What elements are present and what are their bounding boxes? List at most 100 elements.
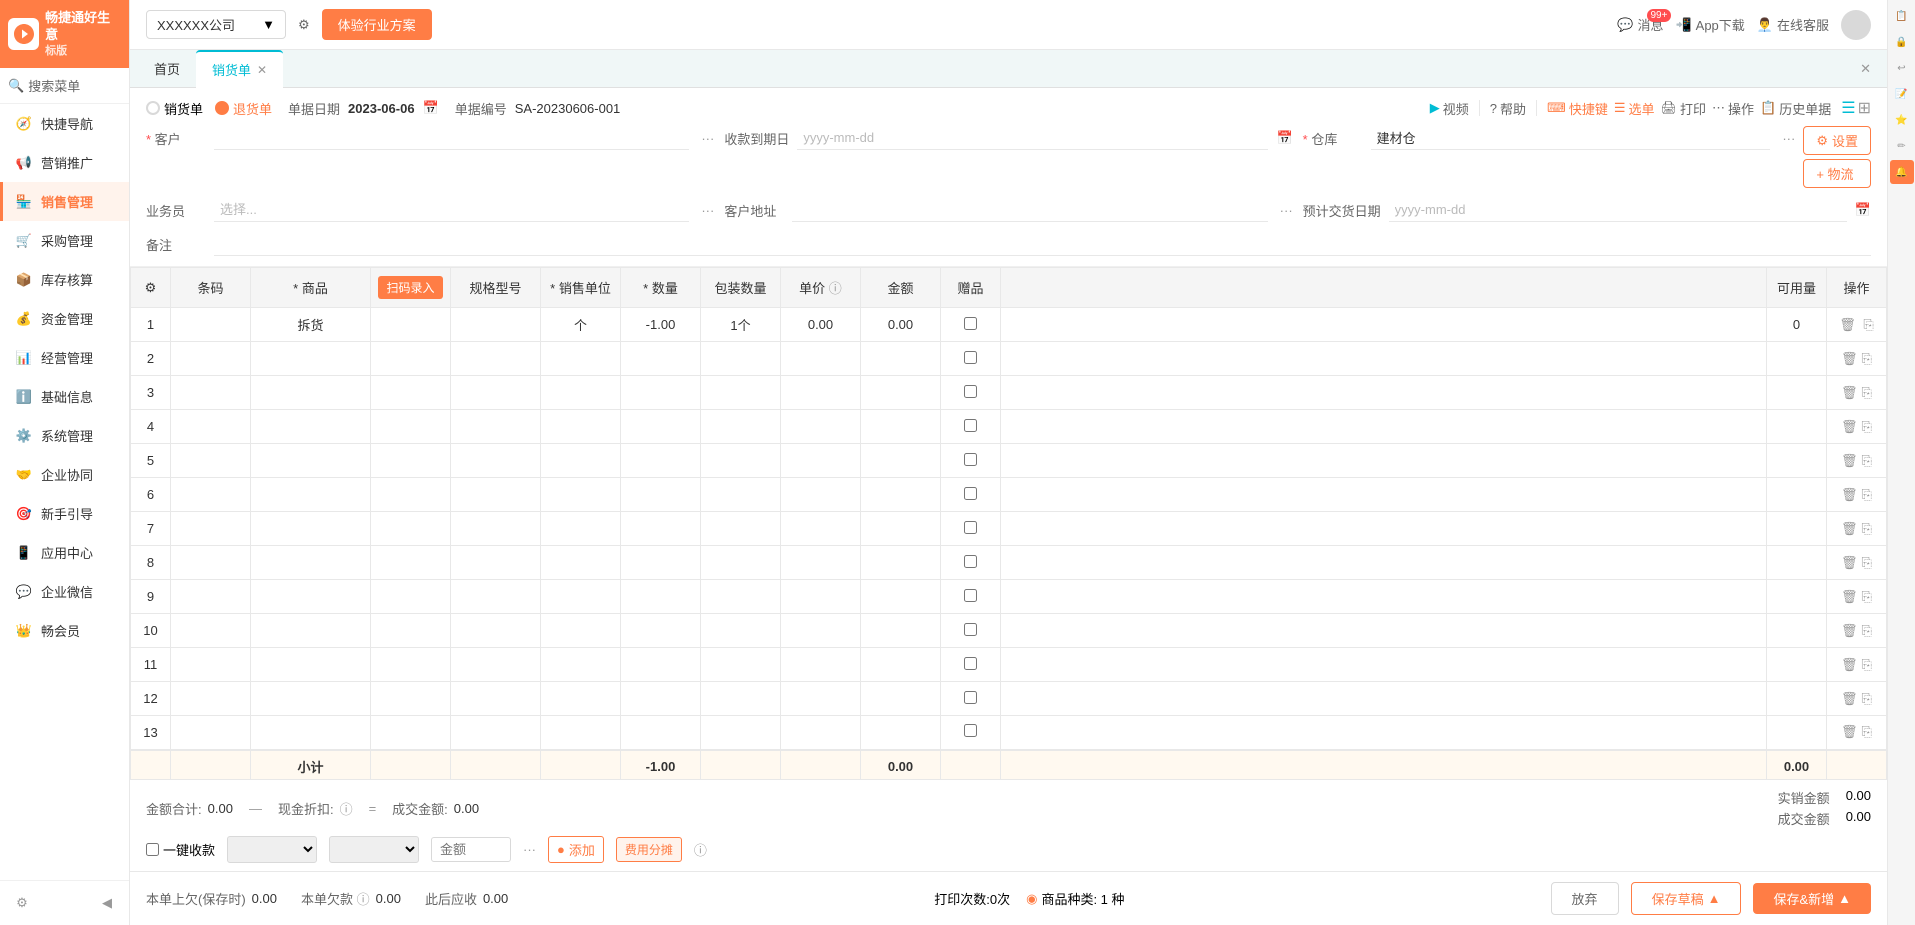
expense-split-btn[interactable]: 费用分摊 bbox=[616, 837, 682, 862]
copy-btn-1[interactable]: ⎘ bbox=[1863, 317, 1873, 332]
select-btn[interactable]: ☰ 选单 bbox=[1614, 99, 1655, 118]
help-btn[interactable]: ? 帮助 bbox=[1490, 99, 1526, 118]
trial-btn[interactable]: 体验行业方案 bbox=[322, 9, 432, 40]
delete-btn-1[interactable]: 🗑 bbox=[1839, 317, 1856, 332]
delete-btn-2[interactable]: 🗑 bbox=[1841, 351, 1858, 366]
copy-btn-11[interactable]: ⎘ bbox=[1862, 657, 1872, 672]
app-download-btn[interactable]: 📲 App下载 bbox=[1675, 15, 1744, 34]
row-price-1[interactable]: 0.00 bbox=[781, 308, 861, 342]
one-click-checkbox[interactable] bbox=[146, 843, 159, 856]
row-product-1[interactable]: 拆货 bbox=[251, 308, 371, 342]
scan-button[interactable]: 扫码录入 bbox=[378, 276, 442, 299]
list-view-btn[interactable]: ☰ bbox=[1841, 98, 1855, 118]
right-panel-btn-4[interactable]: 📝 bbox=[1890, 82, 1914, 106]
salesperson-more-btn[interactable]: ··· bbox=[701, 203, 714, 218]
row-unit-1[interactable]: 个 bbox=[541, 308, 621, 342]
settings-bottom-btn[interactable]: ⚙ bbox=[8, 889, 36, 917]
sidebar-item-wechat[interactable]: 💬 企业微信 bbox=[0, 572, 129, 611]
row-spec-1[interactable] bbox=[451, 308, 541, 342]
row-pkg-1[interactable]: 1个 bbox=[701, 308, 781, 342]
copy-btn-5[interactable]: ⎘ bbox=[1862, 453, 1872, 468]
row-qty-1[interactable]: -1.00 bbox=[621, 308, 701, 342]
sidebar-item-vip[interactable]: 👑 畅会员 bbox=[0, 611, 129, 650]
user-avatar[interactable] bbox=[1841, 10, 1871, 40]
right-panel-btn-1[interactable]: 📋 bbox=[1890, 4, 1914, 28]
gift-checkbox-10[interactable] bbox=[964, 623, 977, 636]
amount-input[interactable] bbox=[431, 837, 511, 862]
right-panel-btn-2[interactable]: 🔒 bbox=[1890, 30, 1914, 54]
sidebar-item-system[interactable]: ⚙️ 系统管理 bbox=[0, 416, 129, 455]
add-payment-btn[interactable]: ● 添加 bbox=[548, 836, 604, 863]
operation-btn[interactable]: ⋯ 操作 bbox=[1712, 99, 1754, 118]
gift-checkbox-5[interactable] bbox=[964, 453, 977, 466]
print-btn[interactable]: 🖨 打印 bbox=[1661, 99, 1707, 118]
expense-info-icon[interactable]: ⓘ bbox=[694, 840, 707, 859]
warehouse-more-btn[interactable]: ··· bbox=[1782, 131, 1795, 146]
copy-btn-4[interactable]: ⎘ bbox=[1862, 419, 1872, 434]
tab-close-all-btn[interactable]: ✕ bbox=[1852, 57, 1879, 81]
sidebar-item-finance[interactable]: 💰 资金管理 bbox=[0, 299, 129, 338]
copy-btn-8[interactable]: ⎘ bbox=[1862, 555, 1872, 570]
one-click-payment-checkbox[interactable]: 一键收款 bbox=[146, 840, 215, 859]
discard-btn[interactable]: 放弃 bbox=[1551, 882, 1619, 915]
account-select[interactable] bbox=[329, 836, 419, 863]
copy-btn-9[interactable]: ⎘ bbox=[1862, 589, 1872, 604]
payment-method-select[interactable] bbox=[227, 836, 317, 863]
copy-btn-6[interactable]: ⎘ bbox=[1862, 487, 1872, 502]
shortcut-btn[interactable]: ⌨ 快捷键 bbox=[1547, 99, 1608, 118]
message-btn[interactable]: 💬 消息 99+ bbox=[1617, 15, 1663, 34]
gift-checkbox-1[interactable] bbox=[964, 317, 977, 330]
gift-checkbox-3[interactable] bbox=[964, 385, 977, 398]
short-info-icon[interactable]: ⓘ bbox=[357, 892, 370, 907]
gift-checkbox-4[interactable] bbox=[964, 419, 977, 432]
sidebar-item-marketing[interactable]: 📢 营销推广 bbox=[0, 143, 129, 182]
sidebar-item-basicinfo[interactable]: ℹ️ 基础信息 bbox=[0, 377, 129, 416]
payment-date-calendar-icon[interactable]: 📅 bbox=[1276, 130, 1292, 146]
right-panel-btn-3[interactable]: ↩ bbox=[1890, 56, 1914, 80]
delete-btn-12[interactable]: 🗑 bbox=[1841, 691, 1858, 706]
row-barcode-1[interactable] bbox=[171, 308, 251, 342]
right-panel-btn-7[interactable]: 🔔 bbox=[1890, 160, 1914, 184]
tab-home[interactable]: 首页 bbox=[138, 50, 196, 88]
grid-view-btn[interactable]: ⊞ bbox=[1858, 98, 1871, 118]
delete-btn-3[interactable]: 🗑 bbox=[1841, 385, 1858, 400]
online-service-btn[interactable]: 👨‍💼 在线客服 bbox=[1757, 15, 1829, 34]
tab-close-icon[interactable]: ✕ bbox=[257, 63, 267, 77]
gift-checkbox-7[interactable] bbox=[964, 521, 977, 534]
row-amount-1[interactable]: 0.00 bbox=[861, 308, 941, 342]
radio-return[interactable]: 退货单 bbox=[215, 99, 272, 118]
delete-btn-7[interactable]: 🗑 bbox=[1841, 521, 1858, 536]
copy-btn-3[interactable]: ⎘ bbox=[1862, 385, 1872, 400]
delete-btn-11[interactable]: 🗑 bbox=[1841, 657, 1858, 672]
copy-btn-2[interactable]: ⎘ bbox=[1862, 351, 1872, 366]
tab-sales-order[interactable]: 销货单 ✕ bbox=[196, 50, 283, 88]
sidebar-item-purchase[interactable]: 🛒 采购管理 bbox=[0, 221, 129, 260]
delete-btn-4[interactable]: 🗑 bbox=[1841, 419, 1858, 434]
radio-sale[interactable]: 销货单 bbox=[146, 99, 203, 118]
delivery-date-input[interactable] bbox=[1389, 198, 1847, 222]
save-new-btn[interactable]: 保存&新增 ▲ bbox=[1753, 883, 1871, 914]
price-info-icon[interactable]: ⓘ bbox=[829, 281, 842, 296]
sidebar-item-guide[interactable]: 🎯 新手引导 bbox=[0, 494, 129, 533]
copy-btn-13[interactable]: ⎘ bbox=[1862, 724, 1872, 739]
collapse-btn[interactable]: ◀ bbox=[93, 889, 121, 917]
row-gift-1[interactable] bbox=[941, 308, 1001, 342]
delete-btn-10[interactable]: 🗑 bbox=[1841, 623, 1858, 638]
logistics-btn[interactable]: + 物流 bbox=[1803, 159, 1871, 188]
col-settings[interactable]: ⚙ bbox=[131, 268, 171, 308]
copy-btn-10[interactable]: ⎘ bbox=[1862, 623, 1872, 638]
customer-more-btn[interactable]: ··· bbox=[701, 131, 714, 146]
delete-btn-5[interactable]: 🗑 bbox=[1841, 453, 1858, 468]
right-panel-btn-5[interactable]: ⭐ bbox=[1890, 108, 1914, 132]
addr-more-btn[interactable]: ··· bbox=[1280, 203, 1293, 218]
payment-date-input[interactable] bbox=[797, 126, 1268, 150]
delete-btn-13[interactable]: 🗑 bbox=[1841, 724, 1858, 739]
copy-btn-12[interactable]: ⎘ bbox=[1862, 691, 1872, 706]
delete-btn-9[interactable]: 🗑 bbox=[1841, 589, 1858, 604]
sidebar-item-sales[interactable]: 🏪 销售管理 bbox=[0, 182, 129, 221]
gift-checkbox-2[interactable] bbox=[964, 351, 977, 364]
gift-checkbox-11[interactable] bbox=[964, 657, 977, 670]
gift-checkbox-8[interactable] bbox=[964, 555, 977, 568]
right-panel-btn-6[interactable]: ✏ bbox=[1890, 134, 1914, 158]
warehouse-input[interactable] bbox=[1371, 126, 1771, 150]
